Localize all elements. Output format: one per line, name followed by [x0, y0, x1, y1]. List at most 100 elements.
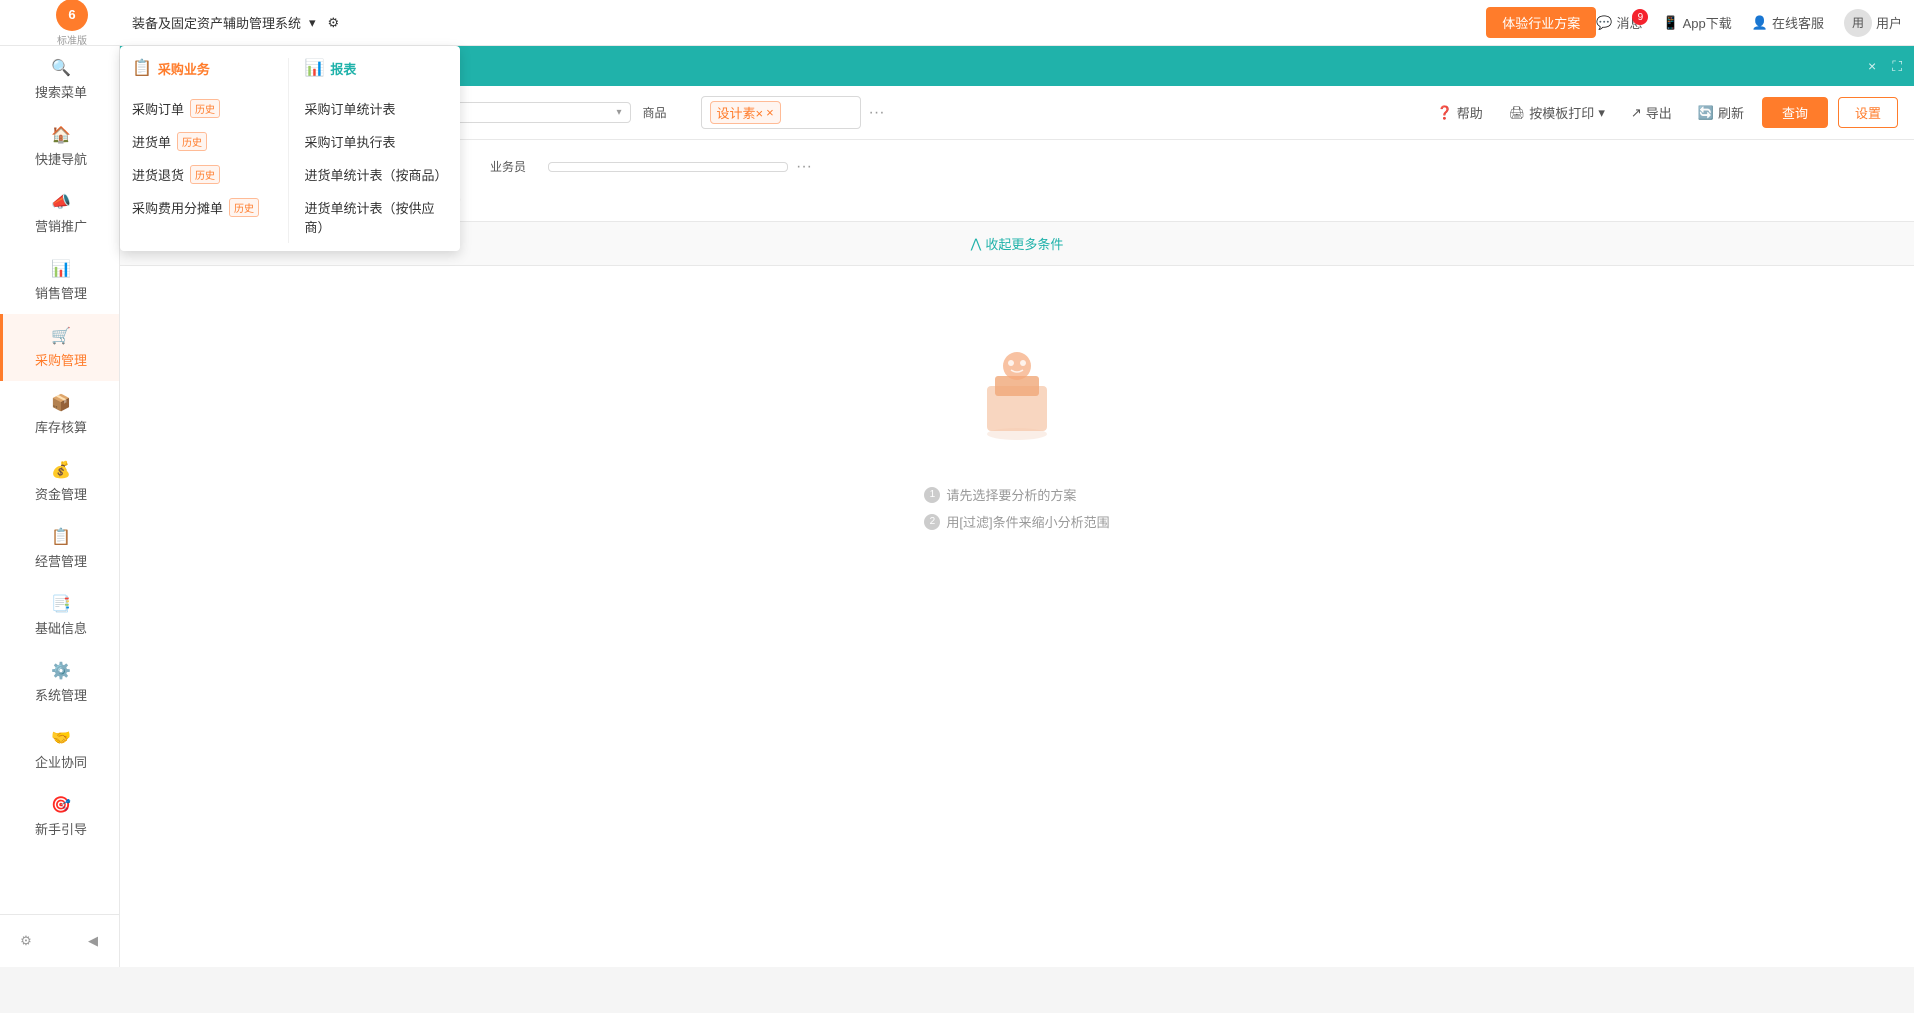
- refresh-icon: 🔄: [1698, 105, 1714, 121]
- trial-button[interactable]: 体验行业方案: [1486, 7, 1596, 38]
- print-button[interactable]: 🖨 按模板打印 ▾: [1501, 99, 1613, 126]
- purchase-business-title: 📋 采购业务: [132, 58, 276, 82]
- sidebar-item-capital[interactable]: 💰 资金管理: [0, 448, 119, 515]
- message-button[interactable]: 💬 消息 9: [1596, 13, 1642, 32]
- print-label: 按模板打印: [1529, 103, 1594, 122]
- purchase-dropdown-menu: 📋 采购业务 采购订单 历史 进货单 历史 进货退货 历史 采购费用分摊单 历史: [120, 46, 460, 251]
- report-title: 📊 报表: [305, 58, 449, 82]
- service-icon: 👤: [1752, 15, 1768, 31]
- report-col: 📊 报表 采购订单统计表 采购订单执行表 进货单统计表（按商品） 进货单统计表（…: [288, 58, 461, 243]
- app-download-button[interactable]: 📱 App下载: [1662, 13, 1731, 32]
- collapse-label: 收起更多条件: [985, 234, 1063, 253]
- sidebar-item-search[interactable]: 🔍 搜索菜单: [0, 46, 119, 113]
- status-arrow-icon: ▾: [617, 107, 622, 118]
- sidebar-item-sales[interactable]: 📊 销售管理: [0, 247, 119, 314]
- help-button[interactable]: ❓ 帮助: [1429, 99, 1491, 126]
- sidebar-collapse-btn[interactable]: ◀: [77, 925, 109, 957]
- menu-item-order-stats[interactable]: 采购订单统计表: [305, 92, 449, 125]
- sidebar-settings-btn[interactable]: ⚙: [10, 925, 42, 957]
- export-button[interactable]: ↗ 导出: [1623, 99, 1680, 126]
- search-icon: 🔍: [51, 58, 71, 78]
- refresh-label: 刷新: [1718, 103, 1744, 122]
- menu-item-return[interactable]: 进货退货 历史: [132, 158, 276, 191]
- sidebar-item-label: 搜索菜单: [35, 82, 87, 101]
- sidebar-item-purchase[interactable]: 🛒 采购管理: [0, 314, 119, 381]
- sidebar-item-label: 新手引导: [35, 819, 87, 838]
- phone-icon: 📱: [1662, 15, 1678, 31]
- report-title-text: 报表: [330, 59, 356, 78]
- menu-item-order-exec[interactable]: 采购订单执行表: [305, 125, 449, 158]
- goods-input[interactable]: 设计素× ×: [701, 96, 861, 129]
- menu-item-purchase-order[interactable]: 采购订单 历史: [132, 92, 276, 125]
- help-label: 帮助: [1457, 103, 1483, 122]
- menu-item-stock-in[interactable]: 进货单 历史: [132, 125, 276, 158]
- sidebar-item-label: 快捷导航: [35, 149, 87, 168]
- tab-close-all-icon[interactable]: ×: [1864, 54, 1880, 78]
- message-icon: 💬: [1596, 15, 1612, 31]
- tip2-num: 2: [924, 514, 940, 530]
- help-icon: ❓: [1437, 105, 1453, 121]
- menu-item-expense[interactable]: 采购费用分摊单 历史: [132, 191, 276, 224]
- settings-button[interactable]: 设置: [1838, 97, 1898, 128]
- app-download-label: App下载: [1683, 13, 1732, 32]
- message-badge: 9: [1632, 9, 1648, 25]
- sidebar-item-enterprise[interactable]: 🤝 企业协同: [0, 716, 119, 783]
- tab-fullscreen-icon[interactable]: ⛶: [1888, 54, 1906, 79]
- menu-item-label: 采购订单: [132, 99, 184, 118]
- user-button[interactable]: 用 用户: [1844, 9, 1902, 37]
- enterprise-icon: 🤝: [51, 728, 71, 748]
- logo-area: 6 标准版: [12, 0, 132, 47]
- purchase-business-col: 📋 采购业务 采购订单 历史 进货单 历史 进货退货 历史 采购费用分摊单 历史: [120, 58, 288, 243]
- goods-tag: 设计素× ×: [710, 101, 781, 124]
- menu-item-label: 采购订单执行表: [305, 132, 396, 151]
- tip1-num: 1: [924, 487, 940, 503]
- refresh-button[interactable]: 🔄 刷新: [1690, 99, 1752, 126]
- salesman-input[interactable]: [548, 162, 788, 172]
- menu-item-stock-stats-supplier[interactable]: 进货单统计表（按供应商）: [305, 191, 449, 243]
- system-icon: ⚙️: [51, 661, 71, 681]
- system-settings-icon[interactable]: ⚙: [328, 15, 340, 31]
- online-service-button[interactable]: 👤 在线客服: [1752, 13, 1824, 32]
- sales-icon: 📊: [51, 259, 71, 279]
- sidebar-item-system[interactable]: ⚙️ 系统管理: [0, 649, 119, 716]
- top-header: 6 标准版 装备及固定资产辅助管理系统 ▾ ⚙ 体验行业方案 💬 消息 9 📱 …: [0, 0, 1914, 46]
- tab-bar-right: × ⛶: [1864, 54, 1906, 79]
- goods-label: 商品: [643, 104, 693, 121]
- salesman-label: 业务员: [490, 158, 540, 175]
- sidebar-item-label: 系统管理: [35, 685, 87, 704]
- print-icon: 🖨: [1509, 105, 1526, 121]
- sidebar-item-basic[interactable]: 📑 基础信息: [0, 582, 119, 649]
- menu-item-label: 进货退货: [132, 165, 184, 184]
- purchase-icon: 🛒: [51, 326, 71, 346]
- system-name-area: 装备及固定资产辅助管理系统 ▾ ⚙: [132, 13, 1474, 32]
- user-label: 用户: [1876, 13, 1902, 32]
- sidebar-item-inventory[interactable]: 📦 库存核算: [0, 381, 119, 448]
- sidebar-item-newuser[interactable]: 🎯 新手引导: [0, 783, 119, 850]
- sidebar-item-marketing[interactable]: 📣 营销推广: [0, 180, 119, 247]
- sidebar-item-label: 销售管理: [35, 283, 87, 302]
- sidebar-item-quick[interactable]: 🏠 快捷导航: [0, 113, 119, 180]
- menu-item-stock-stats-goods[interactable]: 进货单统计表（按商品）: [305, 158, 449, 191]
- history-badge-1: 历史: [177, 132, 207, 151]
- query-button[interactable]: 查询: [1762, 97, 1828, 128]
- online-service-label: 在线客服: [1772, 13, 1824, 32]
- empty-state: 1 请先选择要分析的方案 2 用[过滤]条件来缩小分析范围: [120, 266, 1914, 611]
- sidebar-item-label: 营销推广: [35, 216, 87, 235]
- sidebar: 🔍 搜索菜单 🏠 快捷导航 📣 营销推广 📊 销售管理 🛒 采购管理 📦 库存核…: [0, 46, 120, 967]
- goods-tag-close[interactable]: ×: [766, 105, 774, 120]
- system-dropdown-icon[interactable]: ▾: [309, 15, 316, 31]
- sidebar-item-operation[interactable]: 📋 经营管理: [0, 515, 119, 582]
- menu-item-label: 进货单统计表（按商品）: [305, 165, 448, 184]
- salesman-more-icon[interactable]: ···: [796, 158, 812, 176]
- export-label: 导出: [1646, 103, 1672, 122]
- toolbar-right: ❓ 帮助 🖨 按模板打印 ▾ ↗ 导出 🔄: [1429, 97, 1898, 128]
- operation-icon: 📋: [51, 527, 71, 547]
- sidebar-item-label: 资金管理: [35, 484, 87, 503]
- logo-char: 6: [68, 7, 75, 22]
- logo-icon: 6: [56, 0, 88, 31]
- salesman-filter-item: 业务员 ···: [490, 158, 812, 176]
- sidebar-item-label: 基础信息: [35, 618, 87, 637]
- collapse-button[interactable]: ⋀ 收起更多条件: [971, 228, 1064, 259]
- menu-item-label: 进货单: [132, 132, 171, 151]
- goods-more-icon[interactable]: ···: [869, 104, 885, 122]
